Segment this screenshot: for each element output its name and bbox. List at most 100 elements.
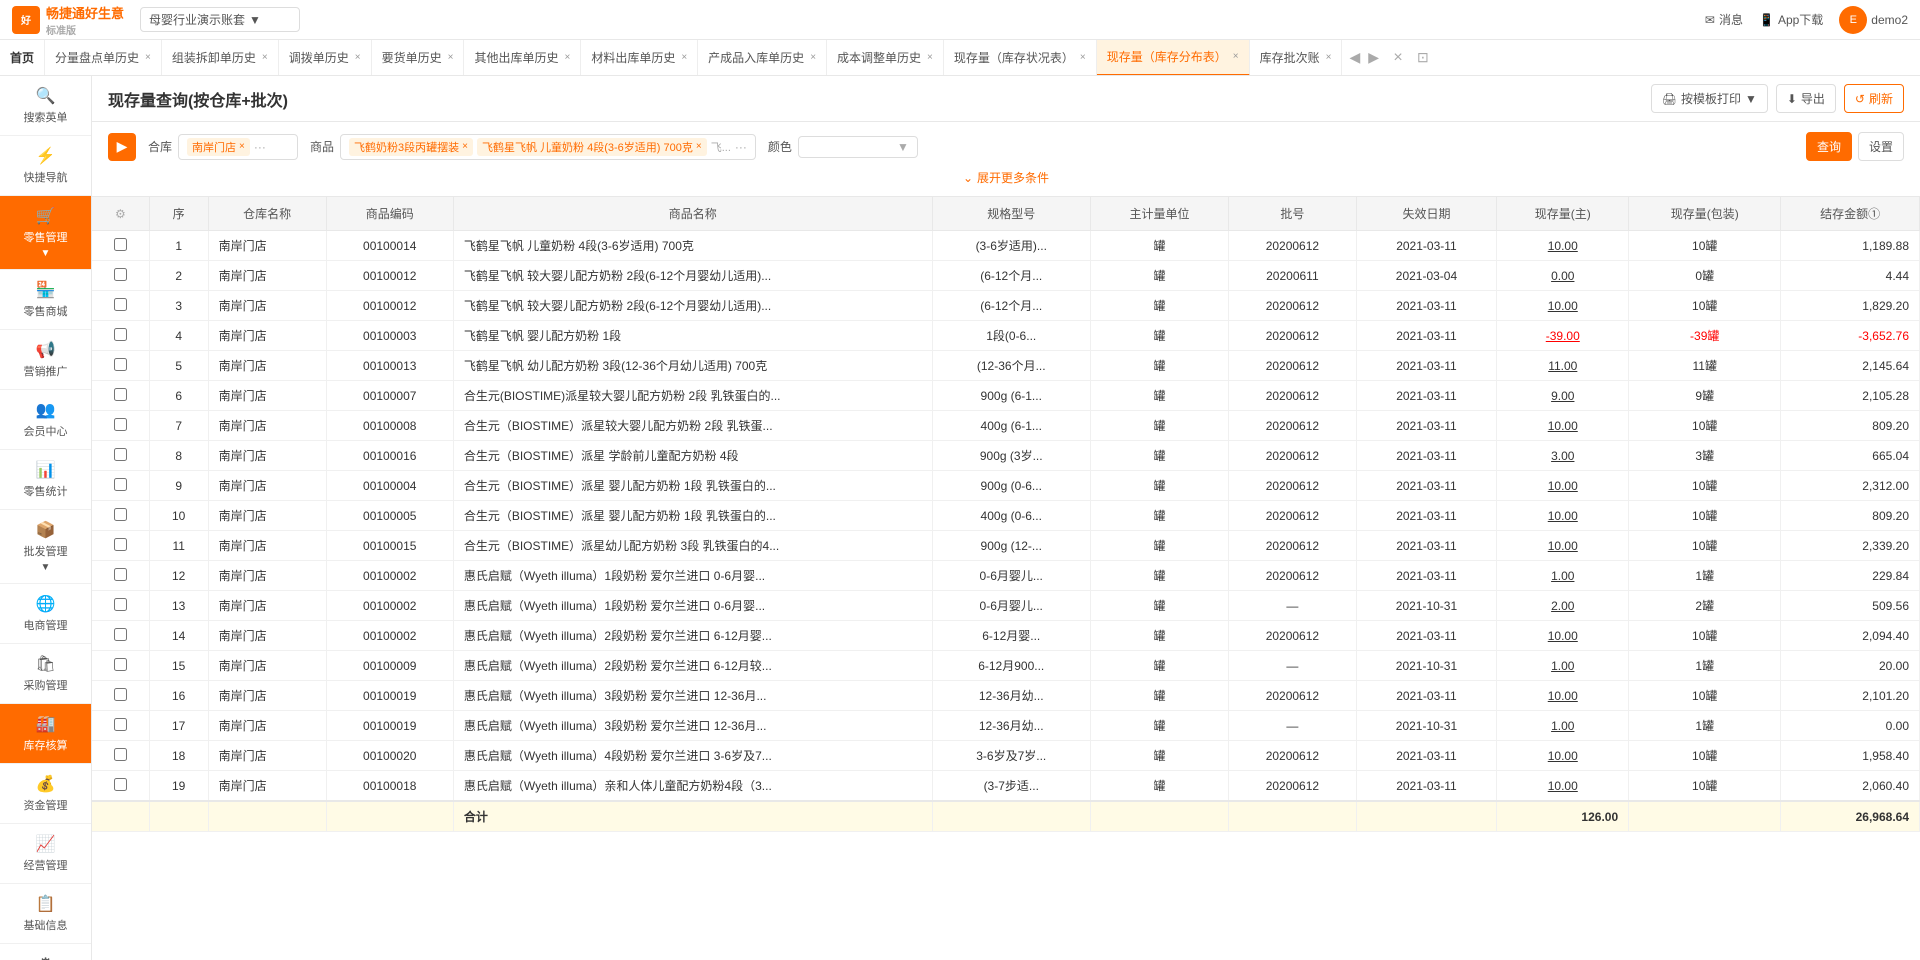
td-warehouse: 南岸门店: [208, 651, 326, 681]
tab-zu-chai[interactable]: 组装拆卸单历史 ×: [162, 40, 279, 76]
sidebar-item-search[interactable]: 🔍 搜索英单: [0, 76, 91, 136]
sidebar-item-inventory[interactable]: 🏭 库存核算: [0, 704, 91, 764]
td-checkbox[interactable]: [92, 321, 149, 351]
expand-more-btn[interactable]: ⌄ 展开更多条件: [108, 169, 1904, 186]
td-checkbox[interactable]: [92, 531, 149, 561]
td-stock-main[interactable]: -39.00: [1497, 321, 1629, 351]
messages-btn[interactable]: ✉ 消息: [1705, 11, 1743, 28]
nav-close-all[interactable]: ×: [1384, 40, 1412, 76]
sidebar-item-retail-stat[interactable]: 📊 零售统计: [0, 450, 91, 510]
tab-fen-pan[interactable]: 分量盘点单历史 ×: [45, 40, 162, 76]
tab-cai-liao[interactable]: 材料出库单历史 ×: [581, 40, 698, 76]
td-checkbox[interactable]: [92, 351, 149, 381]
nav-more-icon[interactable]: ⊡: [1414, 49, 1432, 66]
td-checkbox[interactable]: [92, 621, 149, 651]
refresh-btn[interactable]: ↺ 刷新: [1844, 84, 1904, 113]
remove-warehouse-tag[interactable]: ×: [239, 141, 245, 152]
tab-pi-ci[interactable]: 库存批次账 ×: [1250, 40, 1343, 76]
td-stock-main[interactable]: 10.00: [1497, 621, 1629, 651]
color-filter-input[interactable]: ▼: [798, 136, 918, 158]
close-icon[interactable]: ×: [1326, 52, 1332, 63]
sidebar-item-batch[interactable]: 📦 批发管理 ▼: [0, 510, 91, 584]
td-stock-main[interactable]: 3.00: [1497, 441, 1629, 471]
tab-yao-huo[interactable]: 要货单历史 ×: [372, 40, 465, 76]
td-stock-main[interactable]: 10.00: [1497, 681, 1629, 711]
td-checkbox[interactable]: [92, 501, 149, 531]
print-btn[interactable]: 🖨 按模板打印 ▼: [1651, 84, 1768, 113]
td-checkbox[interactable]: [92, 651, 149, 681]
sidebar-item-ecom[interactable]: 🌐 电商管理: [0, 584, 91, 644]
td-checkbox[interactable]: [92, 591, 149, 621]
sidebar-item-basic[interactable]: 📋 基础信息: [0, 884, 91, 944]
td-checkbox[interactable]: [92, 411, 149, 441]
close-icon[interactable]: ×: [355, 52, 361, 63]
td-stock-main[interactable]: 10.00: [1497, 411, 1629, 441]
td-stock-main[interactable]: 10.00: [1497, 741, 1629, 771]
td-stock-main[interactable]: 11.00: [1497, 351, 1629, 381]
close-icon[interactable]: ×: [145, 52, 151, 63]
close-icon[interactable]: ×: [927, 52, 933, 63]
sidebar-item-finance[interactable]: 💰 资金管理: [0, 764, 91, 824]
td-stock-main[interactable]: 10.00: [1497, 531, 1629, 561]
sidebar-item-member[interactable]: 👥 会员中心: [0, 390, 91, 450]
td-checkbox[interactable]: [92, 711, 149, 741]
td-checkbox[interactable]: [92, 741, 149, 771]
remove-product-tag-2[interactable]: ×: [696, 141, 702, 152]
close-icon[interactable]: ×: [262, 52, 268, 63]
sidebar-item-marketing[interactable]: 📢 营销推广: [0, 330, 91, 390]
product-filter-input[interactable]: 飞鹤奶粉3段丙罐摆装 × 飞鹤星飞帆 儿童奶粉 4段(3-6岁适用) 700克 …: [340, 134, 756, 160]
td-stock-main[interactable]: 10.00: [1497, 771, 1629, 802]
tab-tiao-bo[interactable]: 调拨单历史 ×: [279, 40, 372, 76]
close-icon[interactable]: ×: [448, 52, 454, 63]
nav-right-arrow[interactable]: ▶: [1365, 49, 1382, 66]
td-stock-main[interactable]: 1.00: [1497, 561, 1629, 591]
nav-left-arrow[interactable]: ◀: [1346, 49, 1363, 66]
tab-chan-pin[interactable]: 产成品入库单历史 ×: [698, 40, 827, 76]
close-icon[interactable]: ×: [1080, 52, 1086, 63]
filter-expand-btn[interactable]: ▶: [108, 133, 136, 161]
td-stock-main[interactable]: 0.00: [1497, 261, 1629, 291]
td-checkbox[interactable]: [92, 561, 149, 591]
td-checkbox[interactable]: [92, 231, 149, 261]
td-stock-main[interactable]: 2.00: [1497, 591, 1629, 621]
close-icon[interactable]: ×: [564, 52, 570, 63]
company-selector[interactable]: 母婴行业演示账套 ▼: [140, 7, 300, 32]
close-icon[interactable]: ×: [681, 52, 687, 63]
sidebar-item-quick[interactable]: ⚡ 快捷导航: [0, 136, 91, 196]
td-checkbox[interactable]: [92, 261, 149, 291]
warehouse-filter-input[interactable]: 南岸门店 × ···: [178, 134, 298, 160]
td-stock-main[interactable]: 10.00: [1497, 471, 1629, 501]
td-expire: 2021-03-11: [1356, 531, 1497, 561]
td-stock-main[interactable]: 10.00: [1497, 501, 1629, 531]
settings-btn[interactable]: 设置: [1858, 132, 1904, 161]
th-settings[interactable]: ⚙: [92, 197, 149, 231]
user-avatar[interactable]: E demo2: [1839, 6, 1908, 34]
remove-product-tag-1[interactable]: ×: [462, 141, 468, 152]
sidebar-item-retail-shop[interactable]: 🏪 零售商城: [0, 270, 91, 330]
sidebar-item-operation[interactable]: 📈 经营管理: [0, 824, 91, 884]
tab-home[interactable]: 首页: [0, 40, 45, 76]
tab-qi-ta-chu[interactable]: 其他出库单历史 ×: [464, 40, 581, 76]
tab-cheng-ben[interactable]: 成本调整单历史 ×: [827, 40, 944, 76]
sidebar-item-purchase[interactable]: 🛍 采购管理: [0, 644, 91, 704]
export-btn[interactable]: ⬇ 导出: [1776, 84, 1836, 113]
close-icon[interactable]: ×: [1233, 51, 1239, 62]
td-checkbox[interactable]: [92, 471, 149, 501]
query-btn[interactable]: 查询: [1806, 132, 1852, 161]
td-stock-main[interactable]: 1.00: [1497, 651, 1629, 681]
td-checkbox[interactable]: [92, 441, 149, 471]
sidebar-item-system[interactable]: ⚙ 系统管理: [0, 944, 91, 960]
tab-xian-cun-fen[interactable]: 现存量（库存分布表） ×: [1097, 40, 1250, 76]
td-stock-main[interactable]: 9.00: [1497, 381, 1629, 411]
td-stock-main[interactable]: 10.00: [1497, 291, 1629, 321]
td-checkbox[interactable]: [92, 291, 149, 321]
td-checkbox[interactable]: [92, 771, 149, 802]
td-stock-main[interactable]: 1.00: [1497, 711, 1629, 741]
close-icon[interactable]: ×: [810, 52, 816, 63]
tab-xian-cun-zhuang[interactable]: 现存量（库存状况表） ×: [944, 40, 1097, 76]
td-checkbox[interactable]: [92, 381, 149, 411]
td-stock-main[interactable]: 10.00: [1497, 231, 1629, 261]
sidebar-item-retail[interactable]: 🛒 零售管理 ▼: [0, 196, 91, 270]
td-checkbox[interactable]: [92, 681, 149, 711]
app-download-btn[interactable]: 📱 App下载: [1759, 11, 1823, 28]
